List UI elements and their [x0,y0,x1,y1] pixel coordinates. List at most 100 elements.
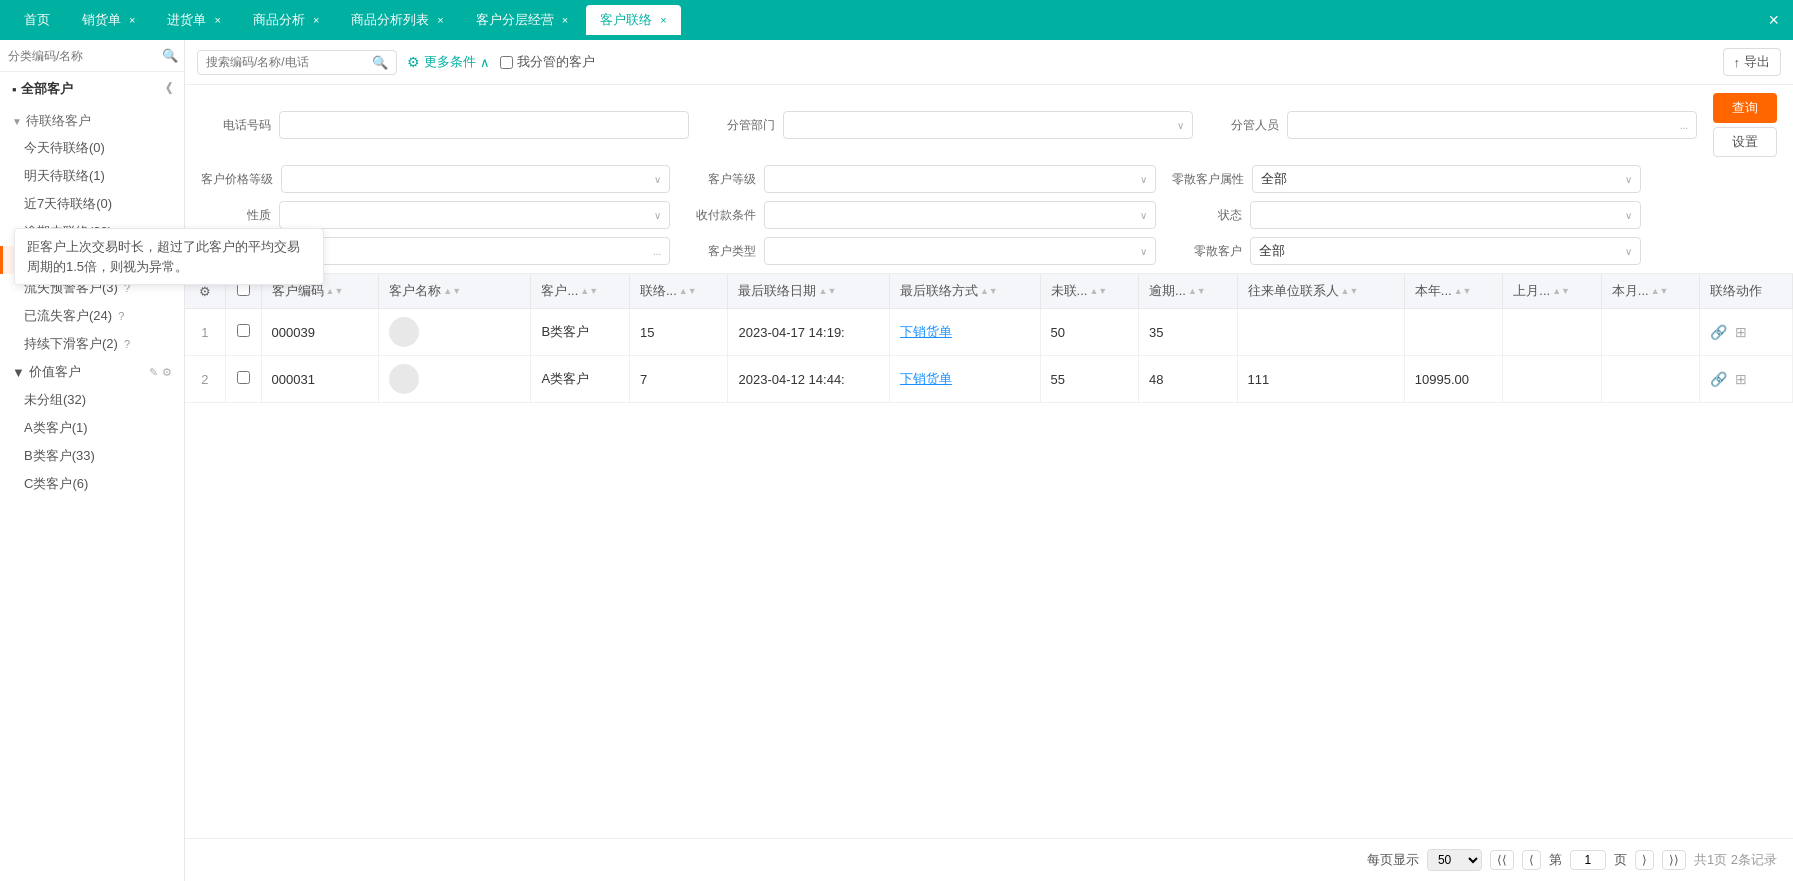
row-actions-2: 🔗 ⊞ [1700,356,1793,403]
close-contact-tab[interactable]: × [660,14,666,26]
sidebar-item-tomorrow[interactable]: 明天待联络(1) [0,162,184,190]
scatter-customer-select[interactable]: 全部 ∨ [1250,237,1641,265]
row-link-icon-1[interactable]: 🔗 [1710,324,1727,340]
filter-phone: 电话号码 [201,111,689,139]
thismonth-sort-icon: ▲▼ [1651,286,1669,296]
close-segment-tab[interactable]: × [562,14,568,26]
row-qr-icon-1[interactable]: ⊞ [1735,324,1747,340]
sidebar-pending-group[interactable]: ▼ 待联络客户 [0,106,184,134]
more-conditions-btn[interactable]: ⚙ 更多条件 ∧ [407,53,490,71]
filter-nature: 性质 ∨ [201,201,670,229]
prev-page-btn[interactable]: ⟨ [1522,850,1541,870]
window-close-button[interactable]: × [1764,6,1783,35]
col-level[interactable]: 客户...▲▼ [531,274,630,309]
col-last-date[interactable]: 最后联络日期▲▼ [728,274,889,309]
close-purchase-tab[interactable]: × [214,14,220,26]
my-customers-checkbox[interactable] [500,56,513,69]
sidebar-search-icon[interactable]: 🔍 [162,48,178,63]
tab-purchase[interactable]: 进货单 × [153,5,234,35]
next-page-btn[interactable]: ⟩ [1635,850,1654,870]
row-link-icon-2[interactable]: 🔗 [1710,371,1727,387]
sidebar-value-customers-group[interactable]: ▼ 价值客户 ✎ ⚙ [0,358,184,386]
col-last-month[interactable]: 上月...▲▼ [1503,274,1602,309]
sidebar-item-declining[interactable]: 持续下滑客户(2) ? [0,330,184,358]
close-product-analysis-tab[interactable]: × [313,14,319,26]
row-thisyear-1 [1404,309,1503,356]
price-level-select[interactable]: ∨ [281,165,670,193]
filter-action-btns: 查询 设置 [1713,93,1777,157]
col-contact-count[interactable]: 联络...▲▼ [629,274,728,309]
close-sales-tab[interactable]: × [129,14,135,26]
first-page-btn[interactable]: ⟨⟨ [1490,850,1514,870]
my-customers-toggle[interactable]: 我分管的客户 [500,53,595,71]
col-name[interactable]: 客户名称▲▼ [379,274,531,309]
filter-customer-level: 客户等级 ∨ [686,165,1155,193]
set-button[interactable]: 设置 [1713,127,1777,157]
extra-select[interactable]: ... [279,237,670,265]
row-check-2[interactable] [225,356,261,403]
filter-row-3: 性质 ∨ 收付款条件 ∨ 状态 [201,201,1777,229]
row-lastmethod-2[interactable]: 下销货单 [889,356,1040,403]
dept-arrow: ∨ [1177,120,1184,131]
row-check-1[interactable] [225,309,261,356]
filter-bar: 🔍 ⚙ 更多条件 ∧ 我分管的客户 ↑ 导出 [185,40,1793,85]
dept-select[interactable]: ∨ [783,111,1193,139]
query-button[interactable]: 查询 [1713,93,1777,123]
row-level-1: B类客户 [531,309,630,356]
scatter-customer-arrow: ∨ [1625,246,1632,257]
tab-sales[interactable]: 销货单 × [68,5,149,35]
sidebar-collapse-btn[interactable]: 《 [159,80,172,98]
search-input[interactable] [206,55,368,69]
person-label: 分管人员 [1209,117,1279,134]
row-contact2-1 [1237,309,1404,356]
search-icon[interactable]: 🔍 [372,55,388,70]
tab-product-analysis[interactable]: 商品分析 × [239,5,333,35]
level-sort-icon: ▲▼ [580,286,598,296]
value-customers-settings-icon[interactable]: ⚙ [162,366,172,379]
col-this-year[interactable]: 本年...▲▼ [1404,274,1503,309]
declining-help-icon: ? [124,338,130,350]
sidebar-item-lost[interactable]: 已流失客户(24) ? [0,302,184,330]
sidebar-all-customers[interactable]: ▪ 全部客户 《 [0,72,184,106]
sidebar-item-7days[interactable]: 近7天待联络(0) [0,190,184,218]
payment-select[interactable]: ∨ [764,201,1155,229]
sidebar-item-ungroup[interactable]: 未分组(32) [0,386,184,414]
filter-row-4: ... 客户类型 ∨ 零散客户 全部 ∨ [201,237,1777,265]
col-this-month[interactable]: 本月...▲▼ [1601,274,1700,309]
overdue-sort-icon: ▲▼ [1188,286,1206,296]
col-last-method[interactable]: 最后联络方式▲▼ [889,274,1040,309]
person-select[interactable]: ... [1287,111,1697,139]
extra-dots: ... [653,246,661,257]
sidebar-item-c-class[interactable]: C类客户(6) [0,470,184,498]
tab-customer-contact[interactable]: 客户联络 × [586,5,680,35]
sidebar-item-b-class[interactable]: B类客户(33) [0,442,184,470]
nature-label: 性质 [201,207,271,224]
col-uncontacted[interactable]: 未联...▲▼ [1040,274,1139,309]
phone-input[interactable] [279,111,689,139]
tab-product-analysis-list[interactable]: 商品分析列表 × [337,5,457,35]
avatar-2 [389,364,419,394]
last-page-btn[interactable]: ⟩⟩ [1662,850,1686,870]
tab-customer-segment[interactable]: 客户分层经营 × [462,5,582,35]
nature-select[interactable]: ∨ [279,201,670,229]
status-select[interactable]: ∨ [1250,201,1641,229]
scatter-customer-label: 零散客户 [1172,243,1242,260]
sidebar-item-today[interactable]: 今天待联络(0) [0,134,184,162]
export-button[interactable]: ↑ 导出 [1723,48,1782,76]
tab-home[interactable]: 首页 [10,5,64,35]
customer-type-select[interactable]: ∨ [764,237,1155,265]
value-customers-edit-icon[interactable]: ✎ [149,366,158,379]
close-product-list-tab[interactable]: × [437,14,443,26]
sidebar-item-a-class[interactable]: A类客户(1) [0,414,184,442]
sidebar-search-input[interactable] [8,49,158,63]
row-lastmethod-1[interactable]: 下销货单 [889,309,1040,356]
col-overdue[interactable]: 逾期...▲▼ [1139,274,1238,309]
scatter-attr-select[interactable]: 全部 ∨ [1252,165,1641,193]
col-contact2[interactable]: 往来单位联系人▲▼ [1237,274,1404,309]
page-input[interactable] [1570,850,1606,870]
customer-level-arrow: ∨ [1140,174,1147,185]
row-qr-icon-2[interactable]: ⊞ [1735,371,1747,387]
per-page-select[interactable]: 50 100 [1427,849,1482,871]
payment-arrow: ∨ [1140,210,1147,221]
customer-level-select[interactable]: ∨ [764,165,1155,193]
